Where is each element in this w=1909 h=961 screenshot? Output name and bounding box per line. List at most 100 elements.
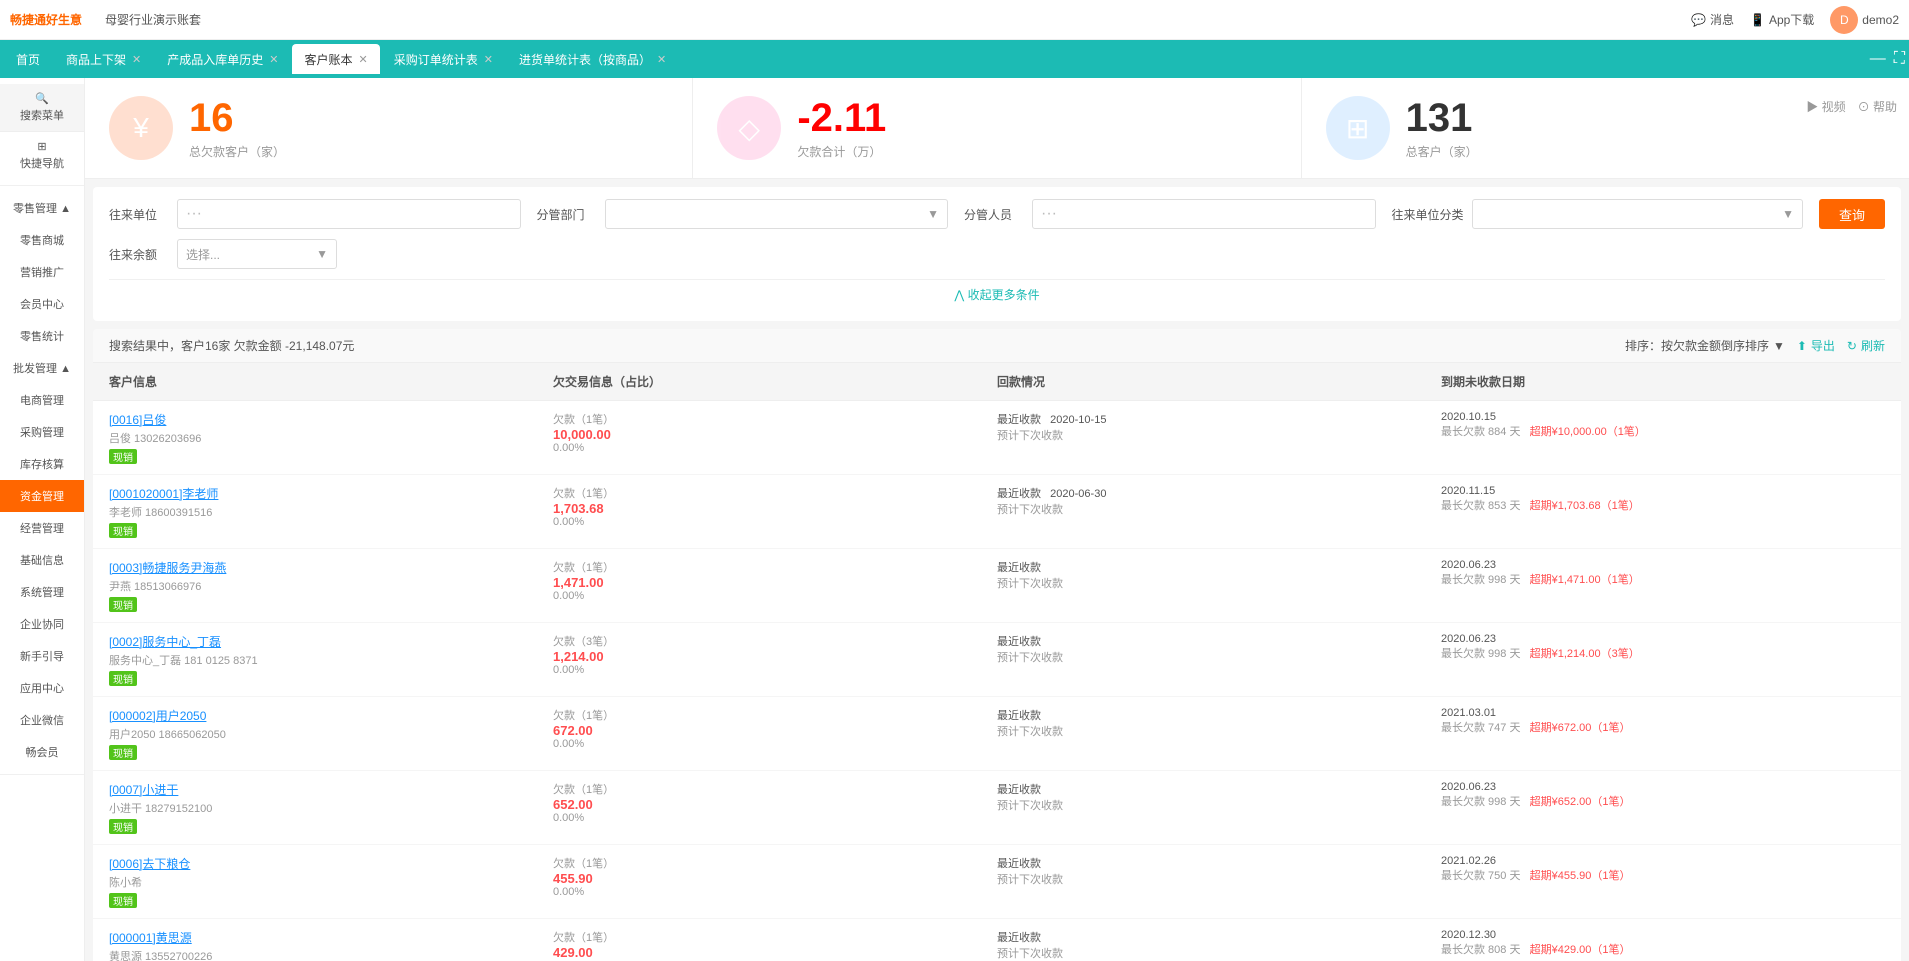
tab-close-purchase-summary[interactable]: ✕ <box>484 53 493 66</box>
sort-btn[interactable]: 排序：按欠款金额倒序排序 ▼ <box>1625 337 1785 354</box>
unit-category-select[interactable]: ▼ <box>1472 199 1803 229</box>
client-name-3[interactable]: [0002]服务中心_丁磊 <box>109 633 553 650</box>
debt-amount-2[interactable]: 1,471.00 <box>553 575 997 590</box>
sidebar-item-vip-member[interactable]: 畅会员 <box>0 736 84 768</box>
summary-info-0: 16 总欠款客户（家） <box>189 96 668 160</box>
due-date-2: 2020.06.23 <box>1441 559 1885 571</box>
due-info-6: 2021.02.26 最长欠款 750 天 超期¥455.90（1笔） <box>1441 855 1885 883</box>
avatar: D <box>1830 6 1858 34</box>
sidebar-item-newbie[interactable]: 新手引导 <box>0 640 84 672</box>
client-name-5[interactable]: [0007]小进干 <box>109 781 553 798</box>
summary-card-1: ◇ -2.11 欠款合计（万） <box>693 78 1301 178</box>
client-name-4[interactable]: [000002]用户2050 <box>109 707 553 724</box>
sidebar-label: 批发管理 ▲ <box>13 360 71 376</box>
debt-amount-5[interactable]: 652.00 <box>553 797 997 812</box>
unit-category-label: 往来单位分类 <box>1392 206 1464 223</box>
summary-icon-1: ◇ <box>717 96 781 160</box>
overdue-text-2[interactable]: 超期¥1,471.00（1笔） <box>1530 574 1640 586</box>
manager-input[interactable]: ··· <box>1032 199 1376 229</box>
tab-close-products-off[interactable]: ✕ <box>132 53 141 66</box>
balance-select[interactable]: 选择... ▼ <box>177 239 337 269</box>
tab-produce-history[interactable]: 产成品入库单历史 ✕ <box>155 44 290 74</box>
collapse-bar[interactable]: ⋀ 收起更多条件 <box>109 279 1885 309</box>
sidebar-item-corp-wechat[interactable]: 企业微信 <box>0 704 84 736</box>
search-button[interactable]: 查询 <box>1819 199 1885 229</box>
message-btn[interactable]: 💬 消息 <box>1691 11 1734 28</box>
sidebar-item-member[interactable]: 会员中心 <box>0 288 84 320</box>
debt-info-6: 欠款（1笔） 455.90 0.00% <box>553 855 997 898</box>
debt-amount-1[interactable]: 1,703.68 <box>553 501 997 516</box>
tab-home[interactable]: 首页 <box>4 44 52 74</box>
client-info-3: [0002]服务中心_丁磊 服务中心_丁磊 181 0125 8371 现销 <box>109 633 553 686</box>
export-btn[interactable]: ⬆ 导出 <box>1797 337 1835 354</box>
sidebar-item-retail-stats[interactable]: 零售统计 <box>0 320 84 352</box>
tab-customer-account[interactable]: 客户账本 ✕ <box>292 44 379 74</box>
client-tag-2: 现销 <box>109 597 137 612</box>
col-header-debt: 欠交易信息（占比） <box>553 373 997 390</box>
debt-amount-0[interactable]: 10,000.00 <box>553 427 997 442</box>
sidebar-item-wholesale-mgmt[interactable]: 批发管理 ▲ <box>0 352 84 384</box>
sidebar-item-inventory[interactable]: 库存核算 <box>0 448 84 480</box>
logo-area: 畅捷通好生意 <box>10 11 95 28</box>
overdue-text-3[interactable]: 超期¥1,214.00（3笔） <box>1530 648 1640 660</box>
minimize-btn[interactable]: — <box>1870 50 1886 68</box>
debt-amount-7[interactable]: 429.00 <box>553 945 997 960</box>
debt-amount-3[interactable]: 1,214.00 <box>553 649 997 664</box>
source-unit-input[interactable]: ··· <box>177 199 521 229</box>
sidebar-item-basic-info[interactable]: 基础信息 <box>0 544 84 576</box>
sidebar-item-retail-mall[interactable]: 零售商城 <box>0 224 84 256</box>
tab-import-summary[interactable]: 进货单统计表（按商品） ✕ <box>507 44 678 74</box>
overdue-text-7[interactable]: 超期¥429.00（1笔） <box>1530 944 1631 956</box>
debt-percent-5: 0.00% <box>553 812 997 824</box>
client-meta-1: 李老师 18600391516 <box>109 504 553 520</box>
sidebar-item-finance[interactable]: 资金管理 <box>0 480 84 512</box>
sidebar-item-system-mgmt[interactable]: 系统管理 <box>0 576 84 608</box>
dept-select[interactable]: ▼ <box>605 199 949 229</box>
tab-products-off[interactable]: 商品上下架 ✕ <box>54 44 153 74</box>
client-name-1[interactable]: [0001020001]李老师 <box>109 485 553 502</box>
sidebar-item-operations[interactable]: 经营管理 <box>0 512 84 544</box>
client-name-0[interactable]: [0016]吕俊 <box>109 411 553 428</box>
debt-info-7: 欠款（1笔） 429.00 0.00% <box>553 929 997 961</box>
table-body: [0016]吕俊 吕俊 13026203696 现销 欠款（1笔） 10,000… <box>93 401 1901 961</box>
sidebar-item-ecom-mgmt[interactable]: 电商管理 <box>0 384 84 416</box>
last-payment-7: 最近收款 <box>997 929 1441 945</box>
sidebar-label: 基础信息 <box>20 552 64 568</box>
search-icon: 🔍 <box>35 92 49 105</box>
maximize-btn[interactable]: ⛶ <box>1894 50 1905 68</box>
help-btn[interactable]: ⊙ 帮助 <box>1858 98 1897 115</box>
collapse-icon: ⋀ <box>954 288 964 302</box>
export-icon: ⬆ <box>1797 339 1807 353</box>
overdue-text-4[interactable]: 超期¥672.00（1笔） <box>1530 722 1631 734</box>
overdue-text-6[interactable]: 超期¥455.90（1笔） <box>1530 870 1631 882</box>
client-name-7[interactable]: [000001]黄思源 <box>109 929 553 946</box>
dept-arrow: ▼ <box>927 207 939 221</box>
sidebar-item-purchase-mgmt[interactable]: 采购管理 <box>0 416 84 448</box>
sidebar-item-marketing[interactable]: 营销推广 <box>0 256 84 288</box>
search-menu-btn[interactable]: 🔍 搜索菜单 <box>0 84 84 132</box>
last-payment-0: 最近收款 2020-10-15 <box>997 411 1441 427</box>
sidebar-item-retail-mgmt[interactable]: 零售管理 ▲ <box>0 192 84 224</box>
due-date-0: 2020.10.15 <box>1441 411 1885 423</box>
debt-label-6: 欠款（1笔） <box>553 855 997 871</box>
client-name-2[interactable]: [0003]畅捷服务尹海燕 <box>109 559 553 576</box>
tab-purchase-summary[interactable]: 采购订单统计表 ✕ <box>382 44 505 74</box>
refresh-btn[interactable]: ↻ 刷新 <box>1847 337 1885 354</box>
overdue-text-1[interactable]: 超期¥1,703.68（1笔） <box>1530 500 1640 512</box>
user-menu[interactable]: D demo2 <box>1830 6 1899 34</box>
tab-close-customer-account[interactable]: ✕ <box>359 53 368 66</box>
video-btn[interactable]: ▶ 视频 <box>1806 98 1845 115</box>
debt-amount-6[interactable]: 455.90 <box>553 871 997 886</box>
overdue-text-5[interactable]: 超期¥652.00（1笔） <box>1530 796 1631 808</box>
quick-nav-btn[interactable]: ⊞ 快捷导航 <box>0 132 84 179</box>
app-download-btn[interactable]: 📱 App下载 <box>1750 11 1814 28</box>
debt-amount-4[interactable]: 672.00 <box>553 723 997 738</box>
debt-label-1: 欠款（1笔） <box>553 485 997 501</box>
tab-close-import-summary[interactable]: ✕ <box>657 53 666 66</box>
overdue-days-6: 最长欠款 750 天 超期¥455.90（1笔） <box>1441 867 1885 883</box>
sidebar-item-corp-collab[interactable]: 企业协同 <box>0 608 84 640</box>
tab-close-produce-history[interactable]: ✕ <box>269 53 278 66</box>
overdue-text-0[interactable]: 超期¥10,000.00（1笔） <box>1530 426 1646 438</box>
sidebar-item-app-center[interactable]: 应用中心 <box>0 672 84 704</box>
client-name-6[interactable]: [0006]去下粮仓 <box>109 855 553 872</box>
